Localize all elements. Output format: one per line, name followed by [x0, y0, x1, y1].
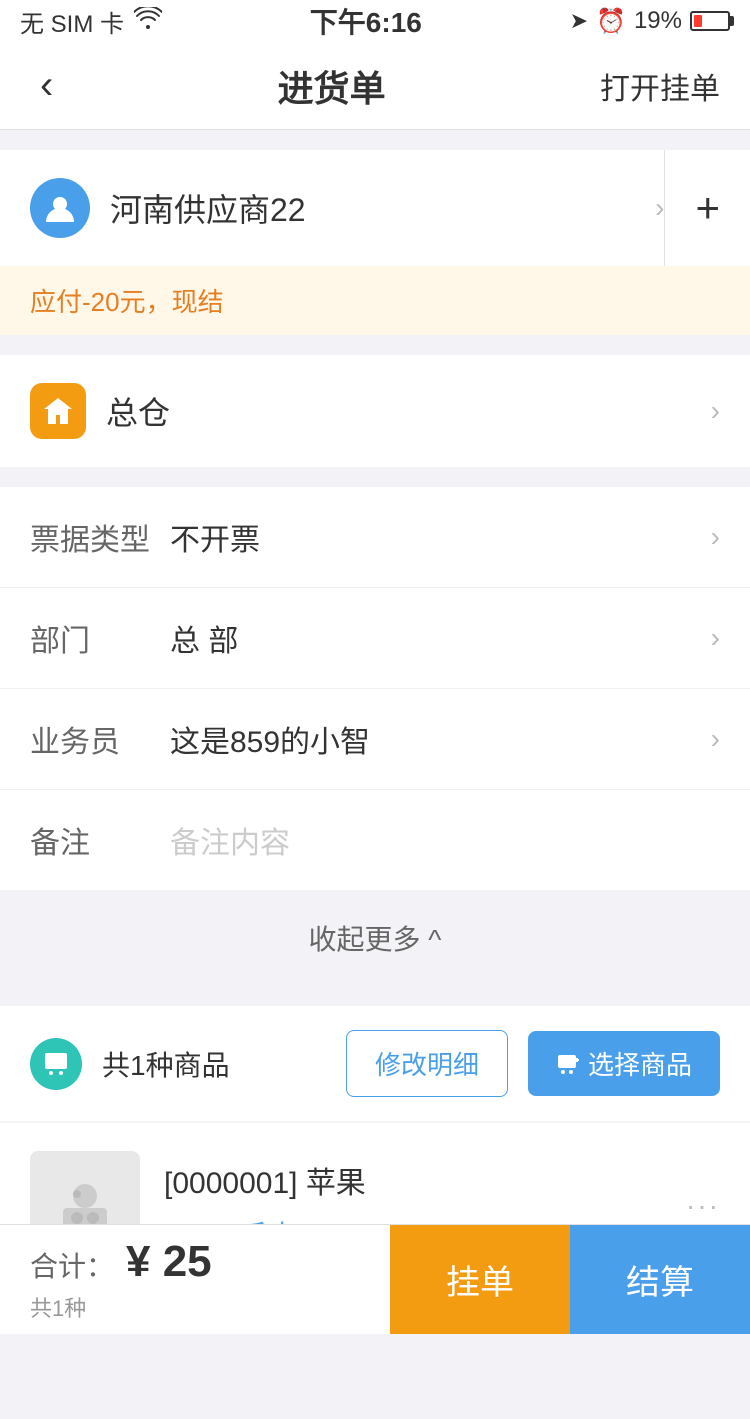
ticket-type-row[interactable]: 票据类型 不开票 › — [0, 487, 750, 588]
product-name: [0000001] 苹果 — [164, 1158, 662, 1202]
gap1 — [0, 130, 750, 150]
back-button[interactable]: ‹ — [30, 53, 63, 118]
total-label: 合计： — [30, 1245, 114, 1285]
department-label: 部门 — [30, 616, 170, 660]
battery-percentage: 19% — [634, 7, 682, 35]
supplier-avatar — [30, 178, 90, 238]
ticket-type-chevron-icon: › — [711, 521, 720, 553]
salesperson-chevron-icon: › — [711, 723, 720, 755]
status-bar: 无 SIM 卡 下午6:16 ➤ ⏰ 19% — [0, 0, 750, 42]
select-product-button[interactable]: 选择商品 — [528, 1031, 720, 1096]
supplier-name: 河南供应商22 — [110, 185, 645, 231]
supplier-section: 河南供应商22 › + — [0, 150, 750, 266]
salesperson-label: 业务员 — [30, 717, 170, 761]
settle-button[interactable]: 结算 — [570, 1225, 750, 1334]
form-section: 票据类型 不开票 › 部门 总 部 › 业务员 这是859的小智 › 备注 备注… — [0, 487, 750, 890]
status-left: 无 SIM 卡 — [20, 4, 162, 39]
product-count-icon — [30, 1038, 82, 1090]
battery-icon — [690, 11, 730, 31]
warehouse-name: 总仓 — [106, 388, 701, 434]
total-section: 合计： ¥ 25 共1种 — [0, 1225, 390, 1334]
product-title: 苹果 — [306, 1167, 366, 1200]
cart-plus-icon — [556, 1052, 580, 1076]
salesperson-row[interactable]: 业务员 这是859的小智 › — [0, 689, 750, 790]
select-product-label: 选择商品 — [588, 1045, 692, 1082]
location-icon: ➤ — [570, 8, 588, 34]
wifi-icon — [134, 7, 162, 36]
bottom-bar: 合计： ¥ 25 共1种 挂单 结算 — [0, 1224, 750, 1334]
total-main: 合计： ¥ 25 — [30, 1237, 360, 1287]
product-count-label: 共1种商品 — [102, 1044, 326, 1084]
warehouse-icon — [30, 383, 86, 439]
product-menu-button[interactable]: ··· — [686, 1190, 720, 1222]
warehouse-section[interactable]: 总仓 › — [0, 355, 750, 467]
notice-text: 应付-20元，现结 — [30, 287, 224, 317]
collapse-label: 收起更多 ^ — [309, 924, 442, 955]
department-value: 总 部 — [170, 616, 701, 660]
collapse-button[interactable]: 收起更多 ^ — [0, 890, 750, 986]
status-right: ➤ ⏰ 19% — [570, 7, 730, 36]
hang-button[interactable]: 挂单 — [390, 1225, 570, 1334]
nav-bar: ‹ 进货单 打开挂单 — [0, 42, 750, 130]
page-title: 进货单 — [278, 60, 386, 112]
warehouse-chevron-icon: › — [711, 395, 720, 427]
salesperson-value: 这是859的小智 — [170, 717, 701, 761]
open-hang-button[interactable]: 打开挂单 — [600, 64, 720, 108]
product-header: 共1种商品 修改明细 选择商品 — [0, 1006, 750, 1121]
remark-row[interactable]: 备注 备注内容 — [0, 790, 750, 890]
remark-label: 备注 — [30, 818, 170, 862]
person-icon — [42, 190, 78, 226]
supplier-main[interactable]: 河南供应商22 › — [30, 150, 665, 266]
cart-icon — [41, 1049, 71, 1079]
edit-detail-button[interactable]: 修改明细 — [346, 1030, 508, 1097]
total-sub: 共1种 — [30, 1291, 360, 1323]
remark-input[interactable]: 备注内容 — [170, 818, 720, 862]
house-icon — [42, 395, 74, 427]
alarm-icon: ⏰ — [596, 7, 626, 36]
ticket-type-value: 不开票 — [170, 515, 701, 559]
status-time: 下午6:16 — [310, 1, 422, 41]
ticket-type-label: 票据类型 — [30, 515, 170, 559]
notice-bar: 应付-20元，现结 — [0, 266, 750, 335]
carrier-text: 无 SIM 卡 — [20, 4, 124, 39]
product-code: [0000001] — [164, 1167, 297, 1200]
department-row[interactable]: 部门 总 部 › — [0, 588, 750, 689]
supplier-chevron-icon: › — [655, 192, 664, 224]
total-amount: ¥ 25 — [126, 1237, 212, 1287]
department-chevron-icon: › — [711, 622, 720, 654]
add-supplier-button[interactable]: + — [665, 156, 720, 260]
